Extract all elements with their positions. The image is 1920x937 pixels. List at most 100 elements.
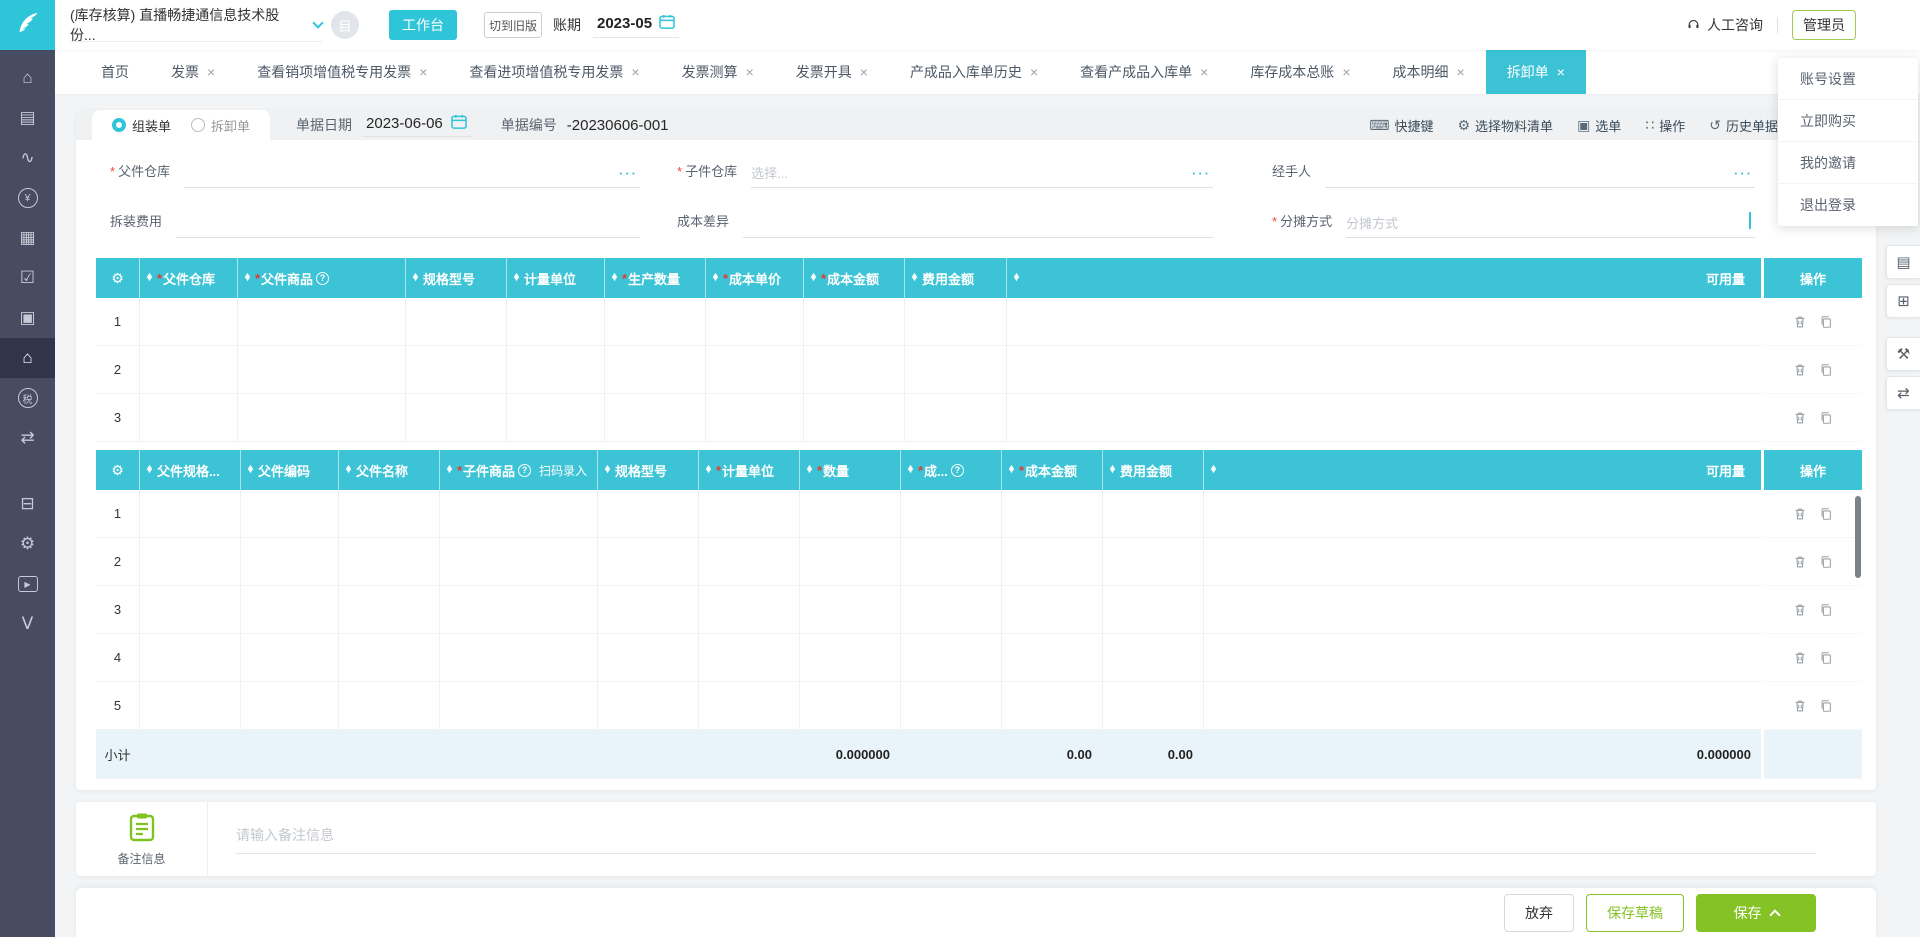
sidebar-item-checkout-report[interactable]: ☑ (0, 258, 55, 298)
grid-cell[interactable] (1002, 586, 1103, 633)
sidebar-item-tax[interactable]: 税 (0, 378, 55, 418)
grid-cell[interactable] (598, 634, 699, 681)
menu-item-2[interactable]: 我的邀请 (1778, 142, 1918, 184)
copy-row-icon[interactable] (1819, 555, 1833, 569)
column-header-2[interactable]: ▲ ▼ 父件规格... (140, 450, 241, 490)
delete-row-icon[interactable] (1793, 651, 1807, 665)
allocation-method-select[interactable]: 分摊方式 (1346, 208, 1755, 238)
scan-entry-link[interactable]: 扫码录入 (539, 462, 587, 479)
remark-input[interactable]: 请输入备注信息 (236, 802, 1816, 854)
workbench-button[interactable]: 工作台 (389, 10, 457, 40)
grid-cell[interactable] (905, 394, 1007, 441)
sidebar-item-inventory[interactable]: ⌂ (0, 338, 55, 378)
close-icon[interactable]: × (1030, 64, 1038, 80)
grid-cell[interactable] (140, 298, 238, 345)
column-settings-gear-icon[interactable]: ⚙ (96, 450, 140, 490)
transfer-tool[interactable]: ⇄ (1886, 376, 1920, 410)
sidebar-item-reports-chart[interactable]: ∿ (0, 138, 55, 178)
column-header-5[interactable]: ▲ ▼ 计量单位 (507, 258, 605, 298)
close-icon[interactable]: × (207, 64, 215, 80)
grid-cell[interactable] (901, 682, 1002, 729)
grid-cell[interactable] (241, 634, 339, 681)
chevron-down-icon[interactable] (1749, 212, 1751, 229)
doc-detail-tool[interactable]: ⊞ (1886, 284, 1920, 318)
grid-cell[interactable] (699, 538, 800, 585)
close-icon[interactable]: × (631, 64, 639, 80)
action-shortcut-keys[interactable]: ⌨ 快捷键 (1369, 116, 1433, 135)
tab-2[interactable]: 查看销项增值税专用发票 × (236, 50, 448, 94)
doc-type-radio-0[interactable]: 组装单 (112, 116, 171, 135)
menu-item-1[interactable]: 立即购买 (1778, 100, 1918, 142)
tab-1[interactable]: 发票 × (150, 50, 236, 94)
grid-cell[interactable] (605, 394, 706, 441)
sidebar-item-voucher[interactable]: ▣ (0, 298, 55, 338)
support-link[interactable]: 人工咨询 (1686, 15, 1763, 35)
grid-cell[interactable] (140, 346, 238, 393)
grid-cell[interactable] (804, 394, 905, 441)
copy-row-icon[interactable] (1819, 603, 1833, 617)
action-operations[interactable]: ∷ 操作 (1645, 116, 1685, 135)
grid-cell[interactable] (339, 538, 440, 585)
app-logo[interactable] (0, 0, 55, 50)
grid-cell[interactable] (507, 394, 605, 441)
grid-cell[interactable] (1002, 490, 1103, 537)
grid-cell[interactable] (800, 538, 901, 585)
cost-variance-input[interactable] (743, 208, 1213, 238)
grid-cell[interactable] (706, 298, 804, 345)
column-header-10[interactable]: ▲ ▼ * 成本金额 (1002, 450, 1103, 490)
grid-cell[interactable] (507, 298, 605, 345)
grid-cell[interactable] (699, 682, 800, 729)
grid-cell[interactable] (241, 490, 339, 537)
grid-cell[interactable] (804, 298, 905, 345)
help-icon[interactable]: ? (518, 463, 532, 477)
sidebar-item-invoice[interactable]: ▤ (0, 98, 55, 138)
menu-item-0[interactable]: 账号设置 (1778, 58, 1918, 100)
grid-cell[interactable] (1103, 634, 1204, 681)
calendar-icon[interactable] (450, 114, 467, 133)
doc-type-radio-1[interactable]: 拆卸单 (191, 116, 250, 135)
admin-user-button[interactable]: 管理员 (1792, 10, 1856, 40)
grid-cell[interactable] (699, 634, 800, 681)
grid-cell[interactable] (1002, 538, 1103, 585)
delete-row-icon[interactable] (1793, 411, 1807, 425)
grid-cell[interactable] (1103, 538, 1204, 585)
save-draft-button[interactable]: 保存草稿 (1586, 893, 1684, 932)
grid-cell[interactable] (339, 490, 440, 537)
column-settings-gear-icon[interactable]: ⚙ (96, 258, 140, 298)
copy-row-icon[interactable] (1819, 699, 1833, 713)
tab-6[interactable]: 产成品入库单历史 × (889, 50, 1059, 94)
column-header-11[interactable]: ▲ ▼ 费用金额 (1103, 450, 1204, 490)
action-select-bom[interactable]: ⚙ 选择物料清单 (1457, 116, 1553, 135)
column-header-8[interactable]: ▲ ▼ * 成本金额 (804, 258, 905, 298)
grid-cell[interactable] (598, 682, 699, 729)
period-value[interactable]: 2023-05 (593, 12, 680, 38)
column-header-7[interactable]: ▲ ▼ * 计量单位 (699, 450, 800, 490)
service-tool[interactable]: ⚒ (1886, 337, 1920, 371)
grid-cell[interactable] (901, 490, 1002, 537)
grid-cell[interactable] (440, 490, 598, 537)
grid-cell[interactable] (605, 346, 706, 393)
doc-list-tool[interactable]: ▤ (1886, 245, 1920, 279)
column-header-9[interactable]: ▲ ▼ * 成...? (901, 450, 1002, 490)
grid-cell[interactable] (140, 682, 241, 729)
grid-cell[interactable] (339, 682, 440, 729)
discard-button[interactable]: 放弃 (1504, 893, 1574, 932)
tab-5[interactable]: 发票开具 × (775, 50, 889, 94)
ellipsis-picker-icon[interactable]: ··· (1192, 166, 1211, 181)
grid-cell[interactable] (901, 586, 1002, 633)
tab-3[interactable]: 查看进项增值税专用发票 × (448, 50, 660, 94)
sidebar-item-archive[interactable]: ⊟ (0, 484, 55, 524)
grid-cell[interactable] (1002, 634, 1103, 681)
delete-row-icon[interactable] (1793, 603, 1807, 617)
save-button[interactable]: 保存 (1696, 893, 1816, 932)
grid-cell[interactable] (406, 298, 507, 345)
delete-row-icon[interactable] (1793, 363, 1807, 377)
grid-cell[interactable] (706, 346, 804, 393)
grid-cell[interactable] (140, 394, 238, 441)
switch-old-version-button[interactable]: 切到旧版 (484, 12, 542, 38)
sidebar-item-ledger-transfer[interactable]: ⇄ (0, 418, 55, 458)
grid-cell[interactable] (800, 586, 901, 633)
grid-cell[interactable] (140, 586, 241, 633)
grid-cell[interactable] (440, 682, 598, 729)
doc-date-value[interactable]: 2023-06-06 (362, 114, 471, 137)
